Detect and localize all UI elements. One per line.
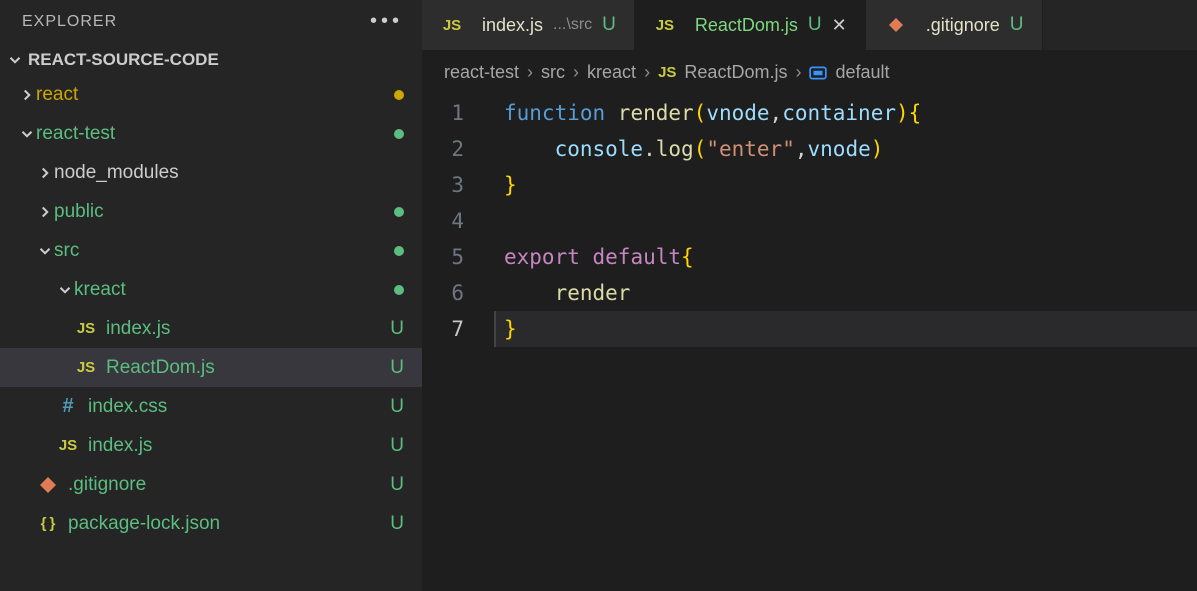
status-dot-untracked-icon xyxy=(394,246,404,256)
json-file-icon: { } xyxy=(36,515,60,532)
chevron-right-icon: › xyxy=(573,62,579,83)
code-content[interactable]: function render(vnode,container){ consol… xyxy=(494,95,1197,347)
tree-folder-node-modules[interactable]: node_modules xyxy=(0,153,422,192)
tree-folder-src[interactable]: src xyxy=(0,231,422,270)
status-badge: U xyxy=(390,474,404,496)
line-number: 4 xyxy=(422,203,464,239)
crumb-segment[interactable]: react-test xyxy=(444,62,519,83)
tree-file-package-lock-json[interactable]: { } package-lock.json U xyxy=(0,504,422,543)
chevron-down-icon xyxy=(56,281,74,299)
chevron-right-icon xyxy=(36,203,54,221)
status-dot-untracked-icon xyxy=(394,285,404,295)
tab-index-js[interactable]: JS index.js ...\src U xyxy=(422,0,635,50)
workspace-name: REACT-SOURCE-CODE xyxy=(28,50,219,70)
explorer-sidebar: EXPLORER ••• REACT-SOURCE-CODE react xyxy=(0,0,422,591)
tree-label: index.css xyxy=(88,396,390,418)
code-line[interactable] xyxy=(494,203,1197,239)
line-number: 5 xyxy=(422,239,464,275)
explorer-title: EXPLORER xyxy=(22,13,117,31)
tree-folder-public[interactable]: public xyxy=(0,192,422,231)
chevron-down-icon xyxy=(18,125,36,143)
tree-file-index-css[interactable]: # index.css U xyxy=(0,387,422,426)
tab-reactdom-js[interactable]: JS ReactDom.js U ✕ xyxy=(635,0,866,50)
tab-name: index.js xyxy=(482,15,543,36)
status-dot-modified-icon xyxy=(394,90,404,100)
git-file-icon xyxy=(884,18,908,32)
js-file-icon: JS xyxy=(653,17,677,34)
line-number: 3 xyxy=(422,167,464,203)
editor-area: JS index.js ...\src U JS ReactDom.js U ✕… xyxy=(422,0,1197,591)
status-dot-untracked-icon xyxy=(394,129,404,139)
js-file-icon: JS xyxy=(74,359,98,376)
tree-label: package-lock.json xyxy=(68,513,390,535)
js-file-icon: JS xyxy=(658,64,676,81)
code-line[interactable]: console.log("enter",vnode) xyxy=(494,131,1197,167)
js-file-icon: JS xyxy=(440,17,464,34)
file-tree: react react-test node_modules xyxy=(0,75,422,543)
status-badge: U xyxy=(1010,14,1024,36)
code-editor[interactable]: 1 2 3 4 5 6 7 function render(vnode,cont… xyxy=(422,95,1197,347)
crumb-segment[interactable]: ReactDom.js xyxy=(684,62,787,83)
tree-label: index.js xyxy=(88,435,390,457)
crumb-segment[interactable]: src xyxy=(541,62,565,83)
js-file-icon: JS xyxy=(56,437,80,454)
tree-label: kreact xyxy=(74,279,394,301)
tree-label: index.js xyxy=(106,318,390,340)
tree-label: ReactDom.js xyxy=(106,357,390,379)
js-file-icon: JS xyxy=(74,320,98,337)
close-icon[interactable]: ✕ xyxy=(832,15,847,36)
crumb-segment[interactable]: default xyxy=(835,62,889,83)
tree-label: public xyxy=(54,201,394,223)
editor-tabs: JS index.js ...\src U JS ReactDom.js U ✕… xyxy=(422,0,1197,50)
status-badge: U xyxy=(390,357,404,379)
status-badge: U xyxy=(390,396,404,418)
chevron-down-icon xyxy=(6,51,24,69)
tab-name: .gitignore xyxy=(926,15,1000,36)
chevron-right-icon: › xyxy=(644,62,650,83)
more-actions-icon[interactable]: ••• xyxy=(370,10,406,33)
tab-name: ReactDom.js xyxy=(695,15,798,36)
chevron-right-icon xyxy=(36,164,54,182)
git-file-icon xyxy=(36,477,60,493)
status-badge: U xyxy=(390,318,404,340)
tree-file-kreact-index-js[interactable]: JS index.js U xyxy=(0,309,422,348)
code-line[interactable]: function render(vnode,container){ xyxy=(494,95,1197,131)
code-line[interactable]: } xyxy=(494,311,1197,347)
status-badge: U xyxy=(390,513,404,535)
chevron-right-icon: › xyxy=(795,62,801,83)
line-number: 7 xyxy=(422,311,464,347)
tree-label: node_modules xyxy=(54,162,404,184)
tree-label: react xyxy=(36,84,394,106)
breadcrumb[interactable]: react-test › src › kreact › JS ReactDom.… xyxy=(422,50,1197,95)
crumb-segment[interactable]: kreact xyxy=(587,62,636,83)
line-number: 1 xyxy=(422,95,464,131)
css-file-icon: # xyxy=(56,395,80,418)
code-line[interactable]: export default{ xyxy=(494,239,1197,275)
tree-label: .gitignore xyxy=(68,474,390,496)
status-badge: U xyxy=(602,14,616,36)
symbol-icon xyxy=(809,64,827,82)
tree-file-index-js[interactable]: JS index.js U xyxy=(0,426,422,465)
tree-file-gitignore[interactable]: .gitignore U xyxy=(0,465,422,504)
tab-gitignore[interactable]: .gitignore U xyxy=(866,0,1043,50)
tree-folder-react[interactable]: react xyxy=(0,75,422,114)
tree-label: src xyxy=(54,240,394,262)
status-badge: U xyxy=(808,14,822,36)
line-number: 2 xyxy=(422,131,464,167)
code-line[interactable]: render xyxy=(494,275,1197,311)
chevron-right-icon: › xyxy=(527,62,533,83)
chevron-down-icon xyxy=(36,242,54,260)
tab-path: ...\src xyxy=(553,16,592,34)
chevron-right-icon xyxy=(18,86,36,104)
tree-folder-react-test[interactable]: react-test xyxy=(0,114,422,153)
status-badge: U xyxy=(390,435,404,457)
tree-file-kreact-reactdom-js[interactable]: JS ReactDom.js U xyxy=(0,348,422,387)
line-number: 6 xyxy=(422,275,464,311)
tree-label: react-test xyxy=(36,123,394,145)
workspace-header[interactable]: REACT-SOURCE-CODE xyxy=(0,45,422,75)
code-line[interactable]: } xyxy=(494,167,1197,203)
line-number-gutter: 1 2 3 4 5 6 7 xyxy=(422,95,494,347)
status-dot-untracked-icon xyxy=(394,207,404,217)
tree-folder-kreact[interactable]: kreact xyxy=(0,270,422,309)
